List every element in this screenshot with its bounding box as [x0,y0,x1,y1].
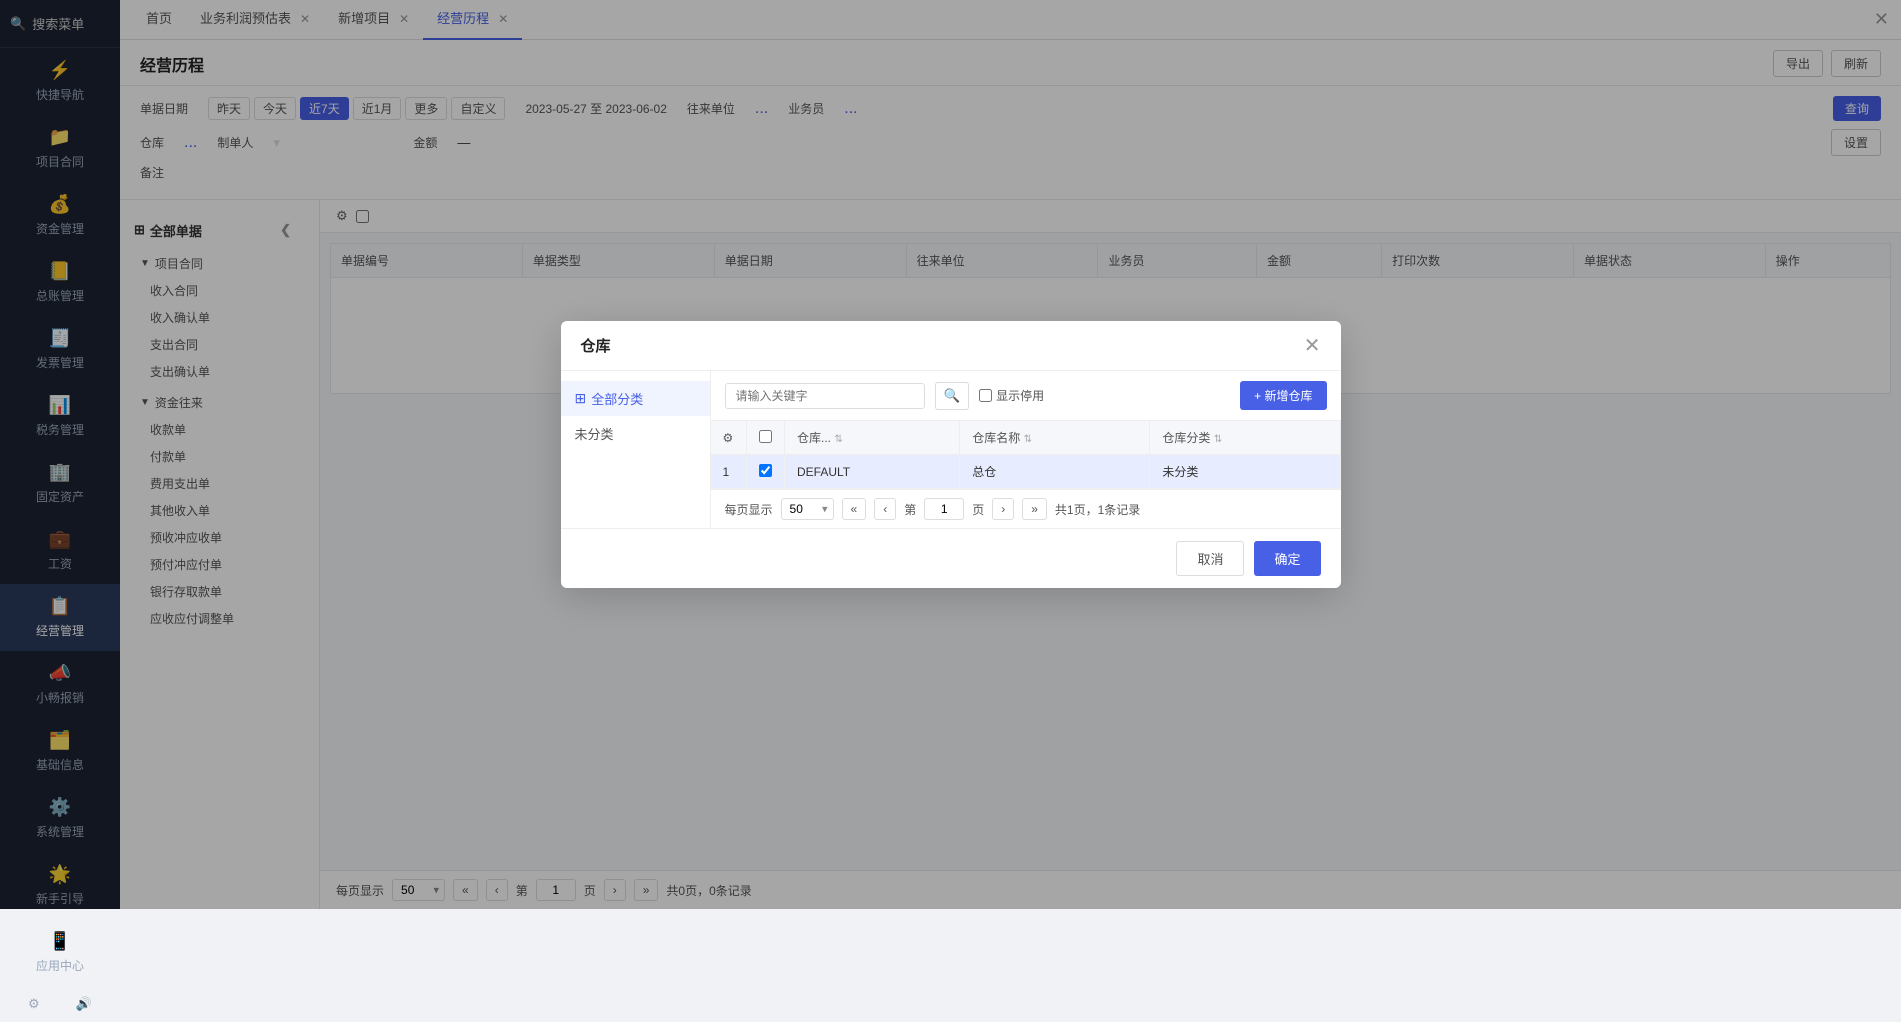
settings-gear-icon[interactable]: ⚙ [28,996,40,1012]
modal-col-name[interactable]: 仓库名称 ⇅ [960,421,1150,455]
show-disabled-checkbox[interactable] [979,389,992,402]
modal-page-input[interactable] [924,498,964,520]
modal-sidebar-all[interactable]: ⊞ 全部分类 [561,381,710,416]
modal-prev-page[interactable]: ‹ [874,498,896,520]
modal-page-pre-label: 第 [904,501,916,518]
modal-first-page[interactable]: « [842,498,867,520]
volume-icon[interactable]: 🔊 [76,996,92,1012]
modal-confirm-button[interactable]: 确定 [1254,541,1320,576]
warehouse-modal: 仓库 ✕ ⊞ 全部分类 未分类 🔍 [561,321,1341,588]
row-settings-cell: 1 [711,455,747,489]
modal-table-wrap: ⚙ 仓库... ⇅ 仓库名称 ⇅ [711,421,1341,489]
add-warehouse-button[interactable]: + 新增仓库 [1240,381,1326,410]
modal-per-page-label: 每页显示 [725,501,773,518]
row-name-cell: 总仓 [960,455,1150,489]
row-check-cell [747,455,785,489]
sidebar-item-apps[interactable]: 📱 应用中心 [0,919,120,986]
modal-main: 🔍 显示停用 + 新增仓库 ⚙ [711,371,1341,528]
modal-sidebar-uncategorized[interactable]: 未分类 [561,416,710,451]
modal-select-all[interactable] [759,430,772,443]
row-category-cell: 未分类 [1150,455,1340,489]
modal-overlay: 仓库 ✕ ⊞ 全部分类 未分类 🔍 [0,0,1901,909]
grid-icon-modal: ⊞ [575,390,587,407]
modal-search-input[interactable] [725,383,925,409]
modal-actions: 取消 确定 [561,528,1341,588]
modal-per-page-select-wrap[interactable]: 50 100 [781,498,834,520]
modal-search-button[interactable]: 🔍 [935,382,970,410]
modal-close-button[interactable]: ✕ [1304,336,1321,356]
sort-icon-code: ⇅ [834,434,842,445]
modal-next-page[interactable]: › [992,498,1014,520]
modal-header: 仓库 ✕ [561,321,1341,371]
modal-footer-pagination: 每页显示 50 100 « ‹ 第 页 › » 共1页，1条记录 [711,489,1341,528]
modal-sidebar: ⊞ 全部分类 未分类 [561,371,711,528]
modal-table-header: ⚙ 仓库... ⇅ 仓库名称 ⇅ [711,421,1341,455]
modal-per-page-select[interactable]: 50 100 [781,498,834,520]
modal-last-page[interactable]: » [1022,498,1047,520]
sort-icon-name: ⇅ [1024,434,1032,445]
row-code-cell: DEFAULT [785,455,960,489]
modal-toolbar: 🔍 显示停用 + 新增仓库 [711,371,1341,421]
show-disabled-label[interactable]: 显示停用 [979,387,1044,404]
modal-page-label: 页 [972,501,984,518]
modal-table: ⚙ 仓库... ⇅ 仓库名称 ⇅ [711,421,1341,489]
sidebar-bottom: ⚙ 🔊 [0,986,120,1022]
apps-icon: 📱 [49,931,71,952]
modal-cancel-button[interactable]: 取消 [1176,541,1244,576]
sort-icon-category: ⇅ [1214,434,1222,445]
modal-total: 共1页，1条记录 [1055,501,1140,518]
modal-col-settings: ⚙ [711,421,747,455]
modal-title: 仓库 [581,335,611,356]
modal-col-category[interactable]: 仓库分类 ⇅ [1150,421,1340,455]
table-row[interactable]: 1 DEFAULT 总仓 未分类 [711,455,1341,489]
row-checkbox[interactable] [759,464,772,477]
modal-col-code[interactable]: 仓库... ⇅ [785,421,960,455]
modal-body: ⊞ 全部分类 未分类 🔍 显示停用 + 新增仓库 [561,371,1341,528]
modal-col-check [747,421,785,455]
